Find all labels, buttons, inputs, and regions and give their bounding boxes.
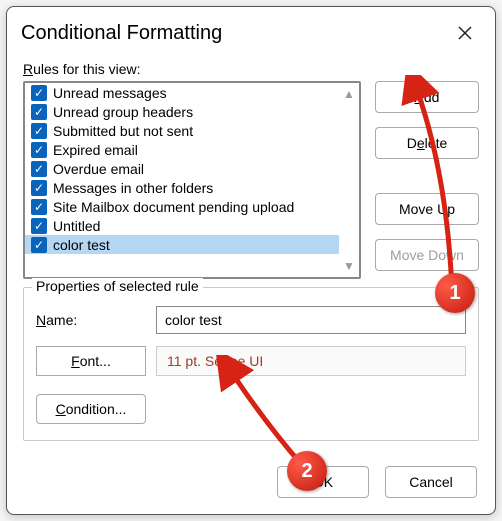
list-item-label: color test	[53, 237, 110, 253]
list-item[interactable]: ✓ Unread group headers	[25, 102, 339, 121]
name-row: Name:	[36, 306, 466, 334]
checkbox-icon[interactable]: ✓	[31, 237, 47, 253]
list-item-label: Untitled	[53, 218, 100, 234]
add-button-rest: dd	[424, 89, 440, 105]
checkbox-icon[interactable]: ✓	[31, 199, 47, 215]
properties-legend: Properties of selected rule	[32, 278, 203, 294]
close-button[interactable]	[449, 17, 481, 49]
checkbox-icon[interactable]: ✓	[31, 218, 47, 234]
condition-row: Condition...	[36, 394, 466, 424]
delete-button[interactable]: Delete	[375, 127, 479, 159]
dialog-footer: OK Cancel	[7, 454, 495, 514]
dialog-body: Rules for this view: ✓ Unread messages ✓ Un…	[7, 55, 495, 454]
list-item[interactable]: ✓ Overdue email	[25, 159, 339, 178]
font-description: 11 pt. Segoe UI	[156, 346, 466, 376]
cancel-button[interactable]: Cancel	[385, 466, 477, 498]
scroll-down-icon[interactable]: ▼	[343, 259, 355, 273]
condition-button[interactable]: Condition...	[36, 394, 146, 424]
list-item[interactable]: ✓ color test	[25, 235, 339, 254]
rules-button-column: Add Delete Move Up Move Down	[375, 81, 479, 279]
list-item-label: Unread messages	[53, 85, 167, 101]
move-down-button: Move Down	[375, 239, 479, 271]
close-icon	[458, 26, 472, 40]
checkbox-icon[interactable]: ✓	[31, 104, 47, 120]
font-row: Font... 11 pt. Segoe UI	[36, 346, 466, 376]
scroll-up-icon[interactable]: ▲	[343, 87, 355, 101]
list-item[interactable]: ✓ Submitted but not sent	[25, 121, 339, 140]
scrollbar[interactable]: ▲ ▼	[339, 83, 359, 277]
list-item[interactable]: ✓ Unread messages	[25, 83, 339, 102]
dialog-title: Conditional Formatting	[21, 22, 449, 45]
list-item[interactable]: ✓ Expired email	[25, 140, 339, 159]
list-item-label: Overdue email	[53, 161, 144, 177]
properties-group: Properties of selected rule Name: Font..…	[23, 287, 479, 441]
checkbox-icon[interactable]: ✓	[31, 180, 47, 196]
list-item-label: Site Mailbox document pending upload	[53, 199, 294, 215]
list-item-label: Submitted but not sent	[53, 123, 193, 139]
list-item[interactable]: ✓ Messages in other folders	[25, 178, 339, 197]
add-button-mnemonic: A	[415, 89, 424, 105]
name-label: Name:	[36, 312, 146, 328]
font-button[interactable]: Font...	[36, 346, 146, 376]
checkbox-icon[interactable]: ✓	[31, 161, 47, 177]
checkbox-icon[interactable]: ✓	[31, 142, 47, 158]
ok-button[interactable]: OK	[277, 466, 369, 498]
name-input[interactable]	[156, 306, 466, 334]
list-item-label: Expired email	[53, 142, 138, 158]
move-up-button[interactable]: Move Up	[375, 193, 479, 225]
checkbox-icon[interactable]: ✓	[31, 123, 47, 139]
titlebar: Conditional Formatting	[7, 7, 495, 55]
add-button[interactable]: Add	[375, 81, 479, 113]
conditional-formatting-dialog: Conditional Formatting Rules for this vi…	[6, 6, 496, 515]
rules-list-inner: ✓ Unread messages ✓ Unread group headers ✓ Su…	[25, 83, 339, 277]
list-item-label: Unread group headers	[53, 104, 193, 120]
list-item[interactable]: ✓ Untitled	[25, 216, 339, 235]
list-item-label: Messages in other folders	[53, 180, 213, 196]
list-item[interactable]: ✓ Site Mailbox document pending upload	[25, 197, 339, 216]
rules-listbox[interactable]: ✓ Unread messages ✓ Unread group headers ✓ Su…	[23, 81, 361, 279]
checkbox-icon[interactable]: ✓	[31, 85, 47, 101]
rules-row: ✓ Unread messages ✓ Unread group headers ✓ Su…	[23, 81, 479, 279]
delete-button-mnemonic: e	[417, 135, 425, 151]
rules-list-label: Rules for this view:	[23, 61, 479, 77]
